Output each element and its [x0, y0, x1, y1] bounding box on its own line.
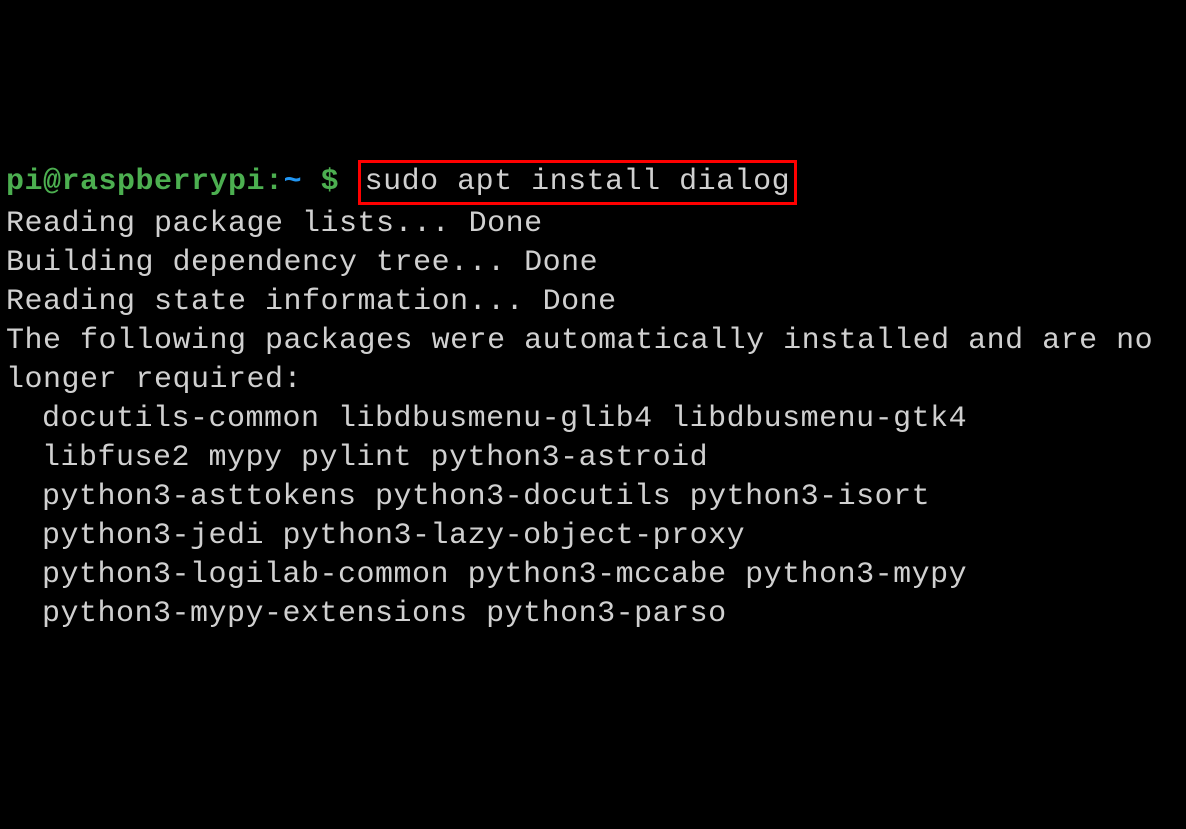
package-list-line: python3-jedi python3-lazy-object-proxy [6, 517, 1180, 556]
prompt-path: ~ [284, 165, 303, 199]
output-line-auto-installed-header: The following packages were automaticall… [6, 324, 1172, 397]
terminal-window[interactable]: pi@raspberrypi:~ $ sudo apt install dial… [6, 160, 1180, 634]
package-list-line: python3-logilab-common python3-mccabe py… [6, 556, 1180, 595]
package-list-line: docutils-common libdbusmenu-glib4 libdbu… [6, 400, 1180, 439]
output-line-reading-state: Reading state information... Done [6, 285, 617, 319]
package-list-line: python3-asttokens python3-docutils pytho… [6, 478, 1180, 517]
prompt-user-host: pi@raspberrypi [6, 165, 265, 199]
prompt-separator: : [265, 165, 284, 199]
package-list-line: libfuse2 mypy pylint python3-astroid [6, 439, 1180, 478]
output-line-building-tree: Building dependency tree... Done [6, 246, 598, 280]
prompt-dollar: $ [302, 165, 358, 199]
command-highlight-box: sudo apt install dialog [358, 160, 798, 205]
command-input[interactable]: sudo apt install dialog [365, 165, 791, 199]
output-line-reading-packages: Reading package lists... Done [6, 207, 543, 241]
package-list-line: python3-mypy-extensions python3-parso [6, 595, 1180, 634]
